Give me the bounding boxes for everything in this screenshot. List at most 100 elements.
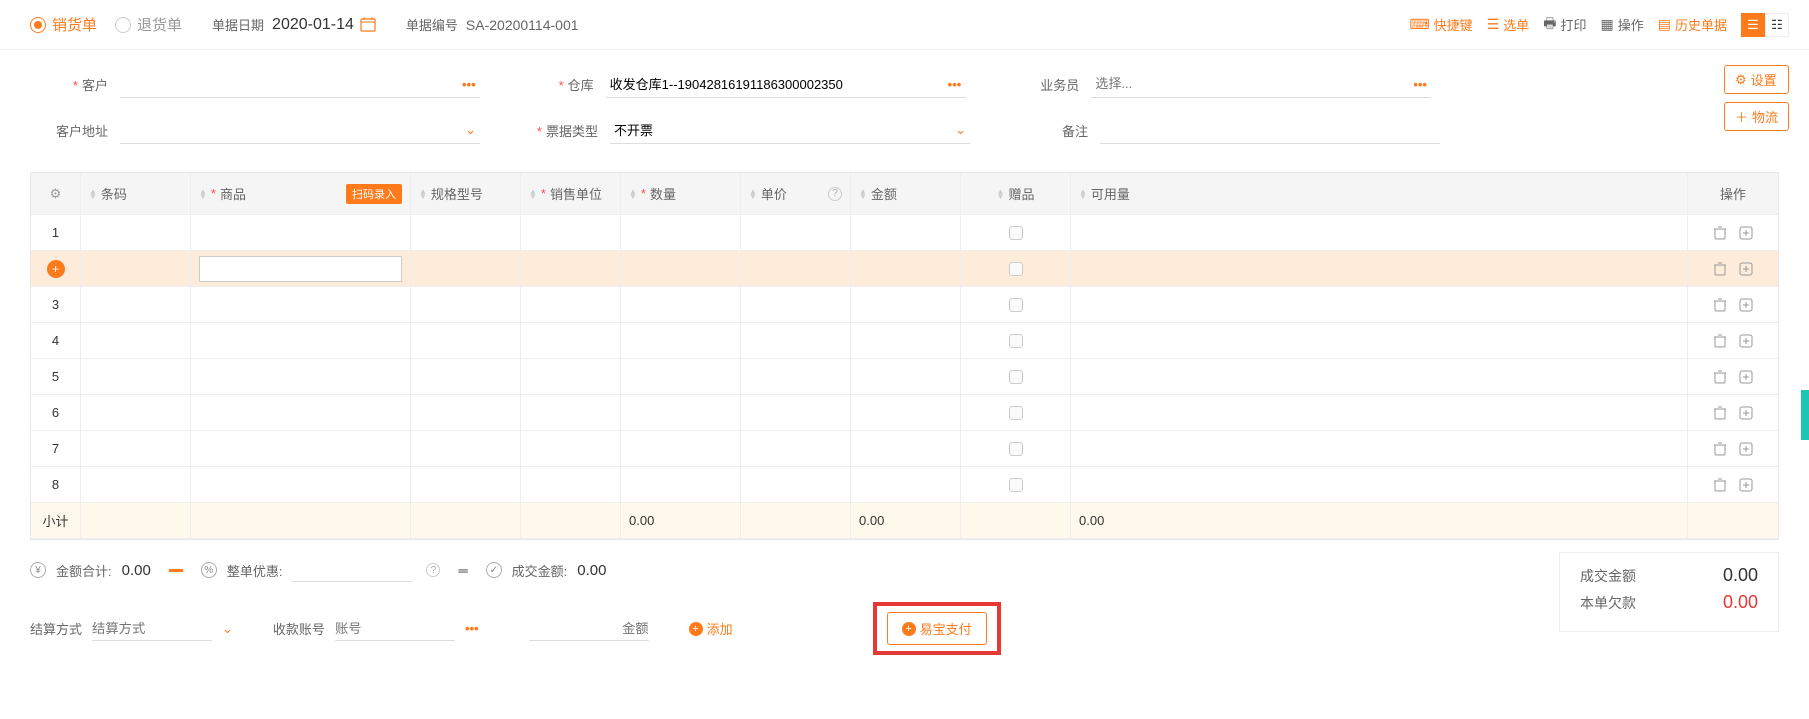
remark-input[interactable] [1100, 116, 1440, 144]
view-compact-button[interactable]: ☰ [1741, 13, 1765, 37]
gift-checkbox[interactable] [1009, 478, 1023, 492]
gift-checkbox[interactable] [1009, 442, 1023, 456]
cell[interactable] [81, 251, 191, 286]
cell[interactable] [81, 395, 191, 430]
cell[interactable] [411, 323, 521, 358]
delete-row-icon[interactable] [1713, 262, 1727, 276]
right-edge-tab[interactable] [1801, 390, 1809, 440]
date-value[interactable]: 2020-01-14 [272, 16, 354, 34]
delete-row-icon[interactable] [1713, 298, 1727, 312]
cell[interactable] [191, 467, 411, 502]
cell[interactable] [741, 431, 851, 466]
cell[interactable] [521, 431, 621, 466]
more-icon[interactable]: ••• [948, 77, 962, 92]
cell[interactable] [81, 323, 191, 358]
cell[interactable] [411, 287, 521, 322]
cell[interactable] [621, 323, 741, 358]
insert-row-icon[interactable] [1739, 298, 1753, 312]
table-row[interactable]: + [31, 251, 1778, 287]
cell[interactable] [191, 431, 411, 466]
yibao-pay-button[interactable]: + 易宝支付 [887, 612, 987, 645]
radio-sales-order[interactable]: 销货单 [30, 14, 97, 35]
col-product[interactable]: ▲▼*商品扫码录入 [191, 173, 411, 214]
customer-addr-input[interactable] [120, 116, 480, 144]
more-icon[interactable]: ••• [465, 621, 479, 636]
gift-checkbox[interactable] [1009, 406, 1023, 420]
select-order-button[interactable]: ☰ 选单 [1487, 15, 1530, 34]
cell[interactable] [851, 395, 961, 430]
cell[interactable] [621, 215, 741, 250]
customer-input[interactable] [120, 70, 480, 98]
cell[interactable] [621, 287, 741, 322]
insert-row-icon[interactable] [1739, 406, 1753, 420]
amount-input[interactable] [529, 617, 649, 641]
cell[interactable] [741, 467, 851, 502]
delete-row-icon[interactable] [1713, 370, 1727, 384]
cell[interactable] [191, 323, 411, 358]
gift-checkbox[interactable] [1009, 226, 1023, 240]
cell[interactable] [521, 359, 621, 394]
cell[interactable] [411, 251, 521, 286]
history-button[interactable]: ▤ 历史单据 [1658, 15, 1727, 34]
table-row[interactable]: 4 [31, 323, 1778, 359]
cell[interactable] [191, 395, 411, 430]
cell[interactable] [741, 395, 851, 430]
cell[interactable] [741, 287, 851, 322]
cell[interactable] [851, 359, 961, 394]
cell[interactable] [851, 467, 961, 502]
cell[interactable] [621, 359, 741, 394]
cell[interactable] [411, 359, 521, 394]
table-row[interactable]: 6 [31, 395, 1778, 431]
cell[interactable] [851, 431, 961, 466]
add-payment-button[interactable]: + 添加 [689, 619, 733, 638]
gift-checkbox[interactable] [1009, 334, 1023, 348]
view-detail-button[interactable]: ☷ [1765, 13, 1789, 37]
warehouse-input[interactable] [606, 70, 966, 98]
chevron-down-icon[interactable]: ⌄ [222, 621, 233, 637]
cell[interactable] [621, 431, 741, 466]
cell[interactable] [851, 323, 961, 358]
cell[interactable] [521, 395, 621, 430]
chevron-down-icon[interactable]: ⌄ [955, 122, 966, 138]
col-unit[interactable]: ▲▼*销售单位 [521, 173, 621, 214]
cell[interactable] [411, 467, 521, 502]
col-price[interactable]: ▲▼单价? [741, 173, 851, 214]
cell[interactable] [741, 359, 851, 394]
cell[interactable] [411, 395, 521, 430]
insert-row-icon[interactable] [1739, 262, 1753, 276]
cell[interactable] [81, 215, 191, 250]
insert-row-icon[interactable] [1739, 478, 1753, 492]
cell[interactable] [621, 395, 741, 430]
shortcut-button[interactable]: ⌨ 快捷键 [1409, 15, 1472, 34]
col-amount[interactable]: ▲▼金额 [851, 173, 961, 214]
operate-button[interactable]: ▦ 操作 [1601, 15, 1644, 34]
delete-row-icon[interactable] [1713, 406, 1727, 420]
insert-row-icon[interactable] [1739, 442, 1753, 456]
delete-row-icon[interactable] [1713, 334, 1727, 348]
cell[interactable] [191, 359, 411, 394]
account-input[interactable] [335, 617, 455, 641]
add-row-icon[interactable]: + [47, 260, 65, 278]
table-row[interactable]: 7 [31, 431, 1778, 467]
cell[interactable] [191, 287, 411, 322]
invoice-type-input[interactable] [610, 116, 970, 144]
cell[interactable] [411, 431, 521, 466]
gift-checkbox[interactable] [1009, 370, 1023, 384]
cell[interactable] [81, 359, 191, 394]
settings-button[interactable]: ⚙ 设置 [1724, 65, 1789, 94]
cell[interactable] [741, 251, 851, 286]
table-row[interactable]: 8 [31, 467, 1778, 503]
cell[interactable] [741, 323, 851, 358]
insert-row-icon[interactable] [1739, 334, 1753, 348]
logistics-button[interactable]: ＋ 物流 [1724, 102, 1789, 131]
radio-return-order[interactable]: 退货单 [115, 14, 182, 35]
col-spec[interactable]: ▲▼规格型号 [411, 173, 521, 214]
discount-input[interactable] [292, 558, 412, 582]
table-row[interactable]: 3 [31, 287, 1778, 323]
cell[interactable] [521, 287, 621, 322]
help-icon[interactable]: ? [828, 187, 842, 201]
cell[interactable] [521, 323, 621, 358]
delete-row-icon[interactable] [1713, 478, 1727, 492]
cell[interactable] [521, 467, 621, 502]
print-button[interactable]: 🖶 打印 [1543, 13, 1586, 37]
